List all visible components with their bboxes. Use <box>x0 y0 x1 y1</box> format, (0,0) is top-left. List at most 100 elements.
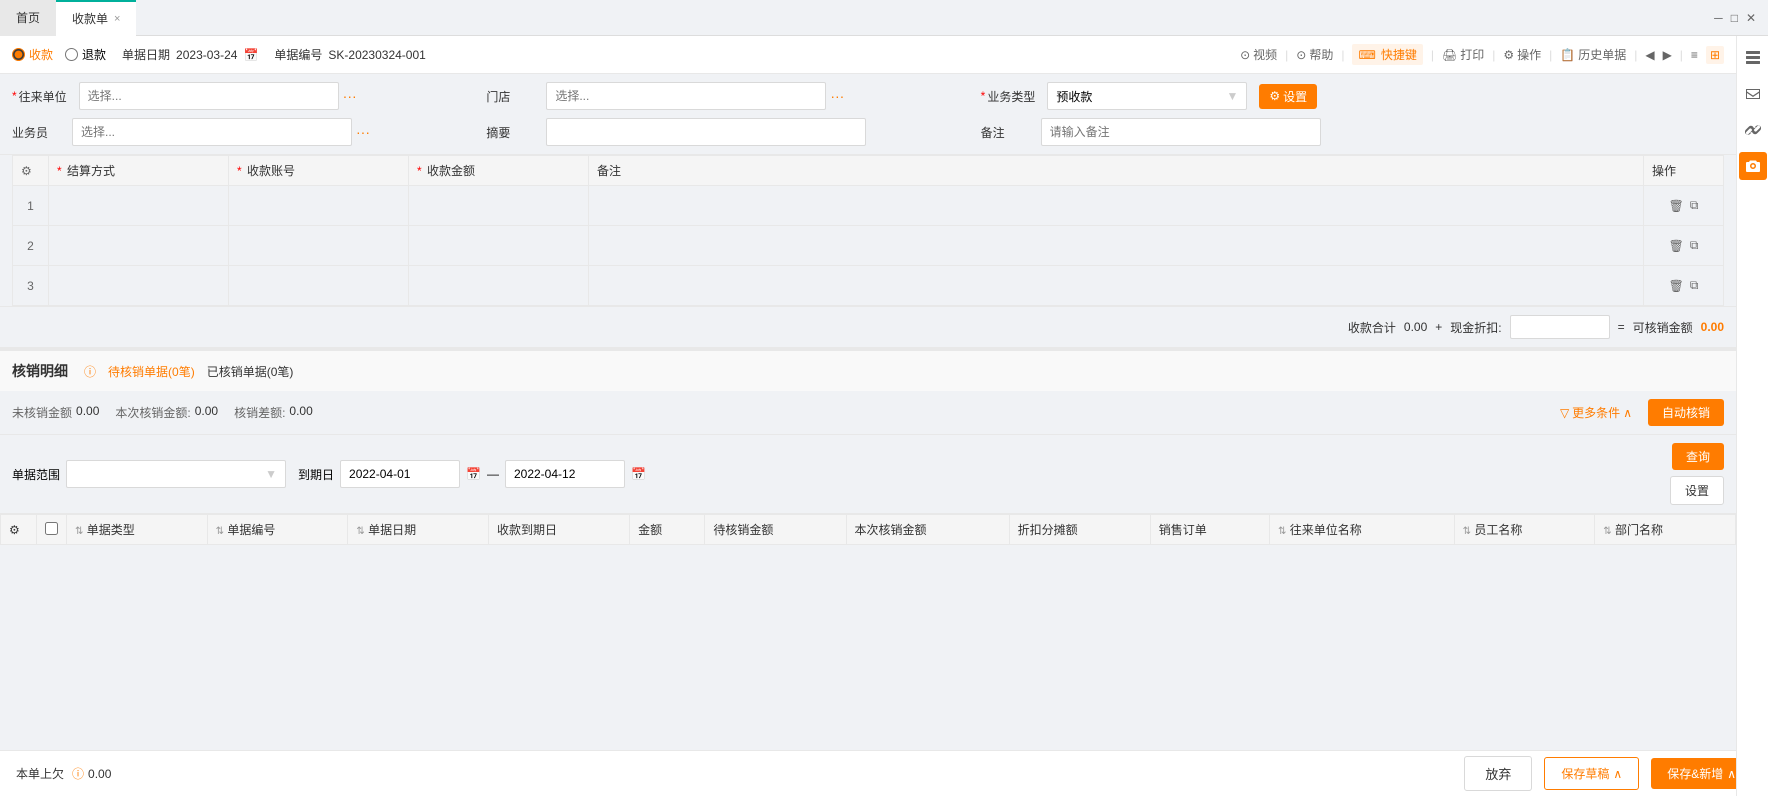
row2-settlement-input[interactable] <box>49 226 228 265</box>
counterpart-label: 往来单位 <box>19 88 79 105</box>
row3-index: 3 <box>13 266 49 306</box>
radio-refund[interactable]: 退款 <box>65 46 106 63</box>
verification-info-icon[interactable]: ⓘ <box>84 363 96 380</box>
row2-note-input[interactable] <box>589 226 1643 265</box>
sidebar-table-icon[interactable] <box>1739 44 1767 72</box>
th-current-amount-label: 本次核销金额 <box>855 523 927 537</box>
date-from-cal[interactable]: 📅 <box>466 467 481 481</box>
sort-icon-2: ⇅ <box>216 526 224 537</box>
row2-account-input[interactable] <box>229 226 408 265</box>
th-settings-bottom[interactable]: ⚙ <box>1 515 37 545</box>
radio-refund-input[interactable] <box>65 48 78 61</box>
row1-note[interactable] <box>589 186 1644 226</box>
video-label: 视频 <box>1253 46 1277 63</box>
row2-copy-icon[interactable]: ⧉ <box>1690 238 1699 253</box>
abandon-btn[interactable]: 放弃 <box>1464 756 1532 791</box>
note-input[interactable] <box>1041 118 1321 146</box>
more-conditions-btn[interactable]: ▽ 更多条件 ∧ <box>1560 404 1632 421</box>
row2-settlement[interactable] <box>49 226 229 266</box>
action-operate[interactable]: ⚙ 操作 <box>1503 46 1541 63</box>
next-icon[interactable]: ▶ <box>1663 48 1672 62</box>
settings-btn[interactable]: ⚙ 设置 <box>1259 84 1317 109</box>
store-more-btn[interactable]: ··· <box>830 88 844 104</box>
row1-amount[interactable] <box>409 186 589 226</box>
radio-receipt-input[interactable] <box>12 48 25 61</box>
row3-amount-input[interactable] <box>409 266 588 305</box>
action-print[interactable]: 🖨 打印 <box>1442 46 1484 63</box>
th-amount-label: 金额 <box>638 523 662 537</box>
th-checkbox[interactable] <box>37 515 67 545</box>
row3-delete-icon[interactable]: 🗑 <box>1669 279 1684 293</box>
row3-copy-icon[interactable]: ⧉ <box>1690 278 1699 293</box>
view-list-icon[interactable]: ≡ <box>1691 48 1698 62</box>
row1-action-btns: 🗑 ⧉ <box>1644 198 1723 213</box>
row1-delete-icon[interactable]: 🗑 <box>1669 199 1684 213</box>
biz-type-select[interactable]: 预收款 ▼ <box>1047 82 1247 110</box>
row2-amount[interactable] <box>409 226 589 266</box>
tab-active[interactable]: 收款单 × <box>56 0 136 36</box>
row3-note-input[interactable] <box>589 266 1643 305</box>
discount-input[interactable] <box>1510 315 1610 339</box>
query-btn[interactable]: 查询 <box>1672 443 1724 470</box>
view-grid-icon[interactable]: ⊞ <box>1706 46 1724 64</box>
save-draft-label: 保存草稿 <box>1561 765 1609 782</box>
row1-settlement[interactable] <box>49 186 229 226</box>
row3-settlement[interactable] <box>49 266 229 306</box>
row3-amount[interactable] <box>409 266 589 306</box>
sidebar-email-icon[interactable] <box>1739 80 1767 108</box>
counterpart-more-btn[interactable]: ··· <box>343 88 357 104</box>
summary-input[interactable] <box>546 118 866 146</box>
th-account-label: 收款账号 <box>247 164 295 178</box>
maximize-btn[interactable]: □ <box>1731 11 1738 25</box>
row1-index: 1 <box>13 186 49 226</box>
row3-settlement-input[interactable] <box>49 266 228 305</box>
row2-amount-input[interactable] <box>409 226 588 265</box>
settings-icon-bottom[interactable]: ⚙ <box>9 523 20 537</box>
row1-account-input[interactable] <box>229 186 408 225</box>
sidebar-camera-icon[interactable] <box>1739 152 1767 180</box>
filter-settings-btn[interactable]: 设置 <box>1670 476 1724 505</box>
close-btn[interactable]: ✕ <box>1746 11 1756 25</box>
row2-account[interactable] <box>229 226 409 266</box>
footer-info-icon[interactable]: ⓘ <box>72 765 84 782</box>
prev-icon[interactable]: ◀ <box>1645 48 1654 62</box>
row1-account[interactable] <box>229 186 409 226</box>
store-input[interactable] <box>546 82 826 110</box>
save-draft-btn[interactable]: 保存草稿 ∧ <box>1544 757 1639 790</box>
row1-settlement-input[interactable] <box>49 186 228 225</box>
action-video[interactable]: ⊙ 视频 <box>1240 46 1277 63</box>
radio-refund-label: 退款 <box>82 46 106 63</box>
counterpart-input[interactable] <box>79 82 339 110</box>
row1-note-input[interactable] <box>589 186 1643 225</box>
row3-account[interactable] <box>229 266 409 306</box>
radio-receipt-label: 收款 <box>29 46 53 63</box>
action-history[interactable]: 📋 历史单据 <box>1560 46 1626 63</box>
staff-input[interactable] <box>72 118 352 146</box>
calendar-icon[interactable]: 📅 <box>243 48 258 62</box>
staff-more-btn[interactable]: ··· <box>356 124 370 140</box>
verified-tab[interactable]: 已核销单据(0笔) <box>207 363 294 380</box>
radio-receipt[interactable]: 收款 <box>12 46 53 63</box>
action-help[interactable]: ⊙ 帮助 <box>1296 46 1333 63</box>
settings-col-icon[interactable]: ⚙ <box>21 164 32 178</box>
row2-delete-icon[interactable]: 🗑 <box>1669 239 1684 253</box>
date-to-input[interactable] <box>505 460 625 488</box>
sidebar-link-icon[interactable] <box>1739 116 1767 144</box>
row1-amount-input[interactable] <box>409 186 588 225</box>
range-select[interactable]: ▼ <box>66 460 286 488</box>
row3-note[interactable] <box>589 266 1644 306</box>
minimize-btn[interactable]: ─ <box>1714 11 1723 25</box>
row2-note[interactable] <box>589 226 1644 266</box>
auto-verify-btn[interactable]: 自动核销 <box>1648 399 1724 426</box>
action-shortcut[interactable]: ⌨快捷键 <box>1352 44 1422 65</box>
date-from-input[interactable] <box>340 460 460 488</box>
th-settings[interactable]: ⚙ <box>13 156 49 186</box>
date-to-cal[interactable]: 📅 <box>631 467 646 481</box>
tab-close-icon[interactable]: × <box>114 1 120 37</box>
tab-home[interactable]: 首页 <box>0 0 56 36</box>
counterpart-required: * <box>12 89 17 103</box>
row1-copy-icon[interactable]: ⧉ <box>1690 198 1699 213</box>
row3-account-input[interactable] <box>229 266 408 305</box>
pending-tab[interactable]: 待核销单据(0笔) <box>108 363 195 380</box>
select-all-checkbox[interactable] <box>45 522 58 535</box>
